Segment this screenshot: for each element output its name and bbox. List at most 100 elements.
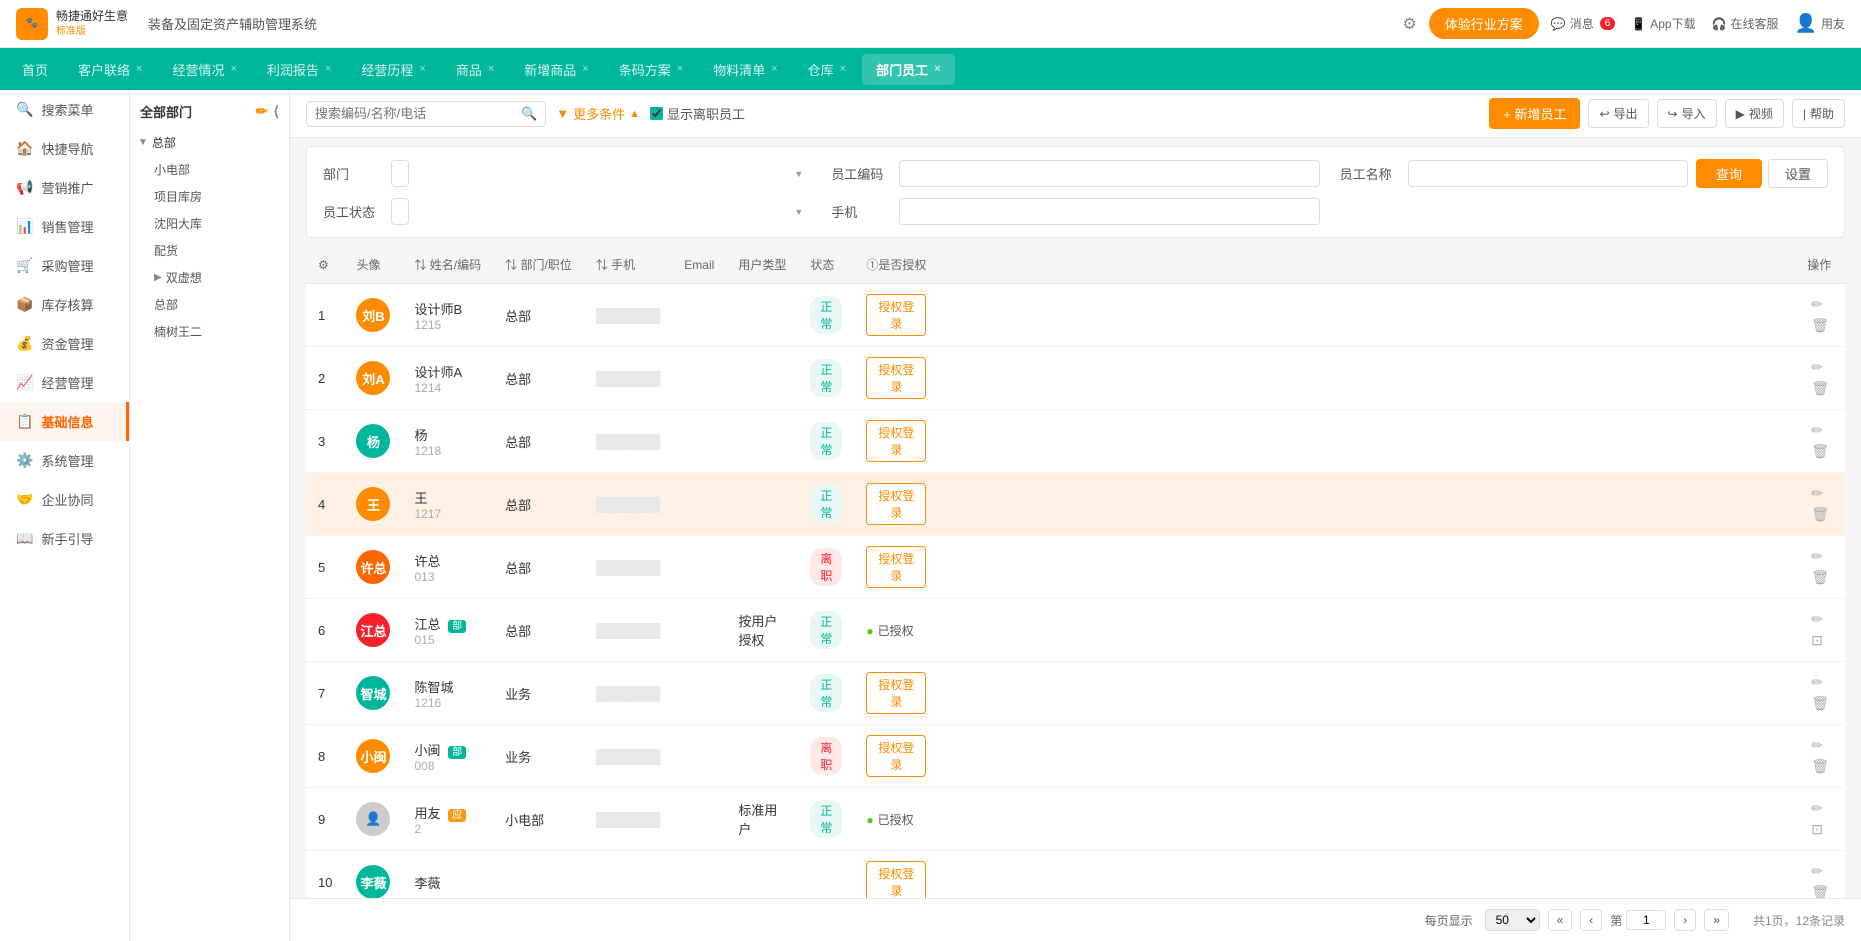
delete-button[interactable]: 🗑: [1807, 315, 1833, 336]
delete-button[interactable]: 🗑: [1807, 378, 1833, 399]
employee-name-input[interactable]: [1408, 160, 1688, 187]
tree-item-shuangxu[interactable]: ▶ 双虚想: [130, 264, 289, 291]
tab-add-goods[interactable]: 新增商品×: [510, 54, 602, 85]
tab-barcode[interactable]: 条码方案×: [605, 54, 697, 85]
close-icon[interactable]: ×: [771, 63, 777, 75]
employee-code-input[interactable]: [899, 160, 1319, 187]
close-icon[interactable]: ×: [230, 63, 236, 75]
auth-button[interactable]: 授权登录: [866, 672, 926, 714]
tree-item-nanshu[interactable]: 楠树王二: [130, 318, 289, 345]
edit-button[interactable]: ✏: [1807, 609, 1827, 630]
copy-button[interactable]: ⊡: [1807, 819, 1827, 840]
tab-business[interactable]: 经营情况×: [158, 54, 250, 85]
auth-button[interactable]: 授权登录: [866, 546, 926, 588]
delete-button[interactable]: 🗑: [1807, 756, 1833, 777]
next-page-button[interactable]: ›: [1674, 909, 1696, 931]
user-btn[interactable]: 👤 用友: [1795, 13, 1845, 34]
sidebar-item-purchase[interactable]: 🛒 采购管理: [0, 246, 129, 285]
query-button[interactable]: 查询: [1696, 159, 1762, 188]
delete-button[interactable]: 🗑: [1807, 693, 1833, 714]
edit-button[interactable]: ✏: [1807, 735, 1827, 756]
tree-item-shenyang[interactable]: 沈阳大库: [130, 210, 289, 237]
auth-button[interactable]: 授权登录: [866, 294, 926, 336]
online-service-btn[interactable]: 🎧 在线客服: [1712, 15, 1779, 32]
dept-select[interactable]: [391, 160, 409, 187]
last-page-button[interactable]: »: [1704, 909, 1729, 931]
auth-button[interactable]: 授权登录: [866, 357, 926, 399]
edit-button[interactable]: ✏: [1807, 672, 1827, 693]
sidebar-item-sales[interactable]: 📊 销售管理: [0, 207, 129, 246]
close-icon[interactable]: ×: [419, 63, 425, 75]
sidebar-item-finance[interactable]: 💰 资金管理: [0, 324, 129, 363]
show-resigned-checkbox[interactable]: [650, 107, 663, 120]
delete-button[interactable]: 🗑: [1807, 441, 1833, 462]
auth-button[interactable]: 授权登录: [866, 861, 926, 898]
delete-button[interactable]: 🗑: [1807, 882, 1833, 898]
tree-item-project-storage[interactable]: 项目库房: [130, 183, 289, 210]
close-icon[interactable]: ×: [582, 63, 588, 75]
page-size-select[interactable]: 50 100: [1485, 909, 1540, 931]
tree-edit-icon[interactable]: ✏: [256, 103, 268, 120]
col-settings[interactable]: ⚙: [306, 246, 344, 284]
sidebar-item-search[interactable]: 🔍 搜索菜单: [0, 90, 129, 129]
tab-bom[interactable]: 物料清单×: [699, 54, 791, 85]
import-button[interactable]: ↪ 导入: [1657, 99, 1717, 128]
sidebar-item-basic[interactable]: 📋 基础信息: [0, 402, 129, 441]
close-icon[interactable]: ×: [488, 63, 494, 75]
sidebar-item-nav[interactable]: 🏠 快捷导航: [0, 129, 129, 168]
tree-collapse-icon[interactable]: ⟨: [274, 103, 279, 120]
edit-button[interactable]: ✏: [1807, 798, 1827, 819]
more-filter-btn[interactable]: ▼ 更多条件 ▲: [556, 104, 640, 123]
page-number-input[interactable]: [1626, 910, 1666, 930]
sidebar-item-marketing[interactable]: 📢 营销推广: [0, 168, 129, 207]
edit-button[interactable]: ✏: [1807, 420, 1827, 441]
search-input[interactable]: [315, 106, 515, 121]
col-name[interactable]: ⇅ 姓名/编码: [402, 246, 493, 284]
tab-history[interactable]: 经营历程×: [347, 54, 439, 85]
edit-button[interactable]: ✏: [1807, 294, 1827, 315]
close-icon[interactable]: ×: [325, 63, 331, 75]
add-employee-button[interactable]: + 新增员工: [1489, 98, 1580, 129]
tab-profit[interactable]: 利润报告×: [253, 54, 345, 85]
trial-button[interactable]: 体验行业方案: [1429, 8, 1539, 39]
sidebar-item-guide[interactable]: 📖 新手引导: [0, 519, 129, 558]
set-button[interactable]: 设置: [1768, 159, 1828, 188]
close-icon[interactable]: ×: [136, 63, 142, 75]
sidebar-item-system[interactable]: ⚙️ 系统管理: [0, 441, 129, 480]
edit-button[interactable]: ✏: [1807, 861, 1827, 882]
tab-home[interactable]: 首页: [8, 54, 62, 85]
settings-icon[interactable]: ⚙: [1402, 14, 1416, 34]
sidebar-item-management[interactable]: 📈 经营管理: [0, 363, 129, 402]
auth-button[interactable]: 授权登录: [866, 420, 926, 462]
auth-button[interactable]: 授权登录: [866, 735, 926, 777]
delete-button[interactable]: 🗑: [1807, 567, 1833, 588]
status-select[interactable]: [391, 198, 409, 225]
first-page-button[interactable]: «: [1548, 909, 1573, 931]
search-input-wrap[interactable]: 🔍: [306, 101, 546, 127]
close-icon[interactable]: ×: [934, 63, 940, 75]
tree-item-small-elec[interactable]: 小电部: [130, 156, 289, 183]
close-icon[interactable]: ×: [677, 63, 683, 75]
message-btn[interactable]: 💬 消息 6: [1551, 15, 1616, 32]
app-download-btn[interactable]: 📱 App下载: [1631, 15, 1695, 32]
prev-page-button[interactable]: ‹: [1580, 909, 1602, 931]
col-phone[interactable]: ⇅ 手机: [584, 246, 672, 284]
copy-button[interactable]: ⊡: [1807, 630, 1827, 651]
tree-item-delivery[interactable]: 配货: [130, 237, 289, 264]
export-button[interactable]: ↩ 导出: [1588, 99, 1648, 128]
tree-item-hq[interactable]: 总部: [130, 291, 289, 318]
delete-button[interactable]: 🗑: [1807, 504, 1833, 525]
sidebar-item-collab[interactable]: 🤝 企业协同: [0, 480, 129, 519]
close-icon[interactable]: ×: [840, 63, 846, 75]
help-button[interactable]: | 帮助: [1792, 99, 1845, 128]
edit-button[interactable]: ✏: [1807, 483, 1827, 504]
edit-button[interactable]: ✏: [1807, 546, 1827, 567]
tab-dept-staff[interactable]: 部门员工×: [862, 54, 954, 85]
phone-input[interactable]: [899, 198, 1319, 225]
tree-item-headquarters-parent[interactable]: ▼ 总部: [130, 129, 289, 156]
edit-button[interactable]: ✏: [1807, 357, 1827, 378]
col-dept[interactable]: ⇅ 部门/职位: [493, 246, 584, 284]
view-button[interactable]: ▶ 视频: [1725, 99, 1784, 128]
tab-goods[interactable]: 商品×: [442, 54, 508, 85]
tab-customer[interactable]: 客户联络×: [64, 54, 156, 85]
